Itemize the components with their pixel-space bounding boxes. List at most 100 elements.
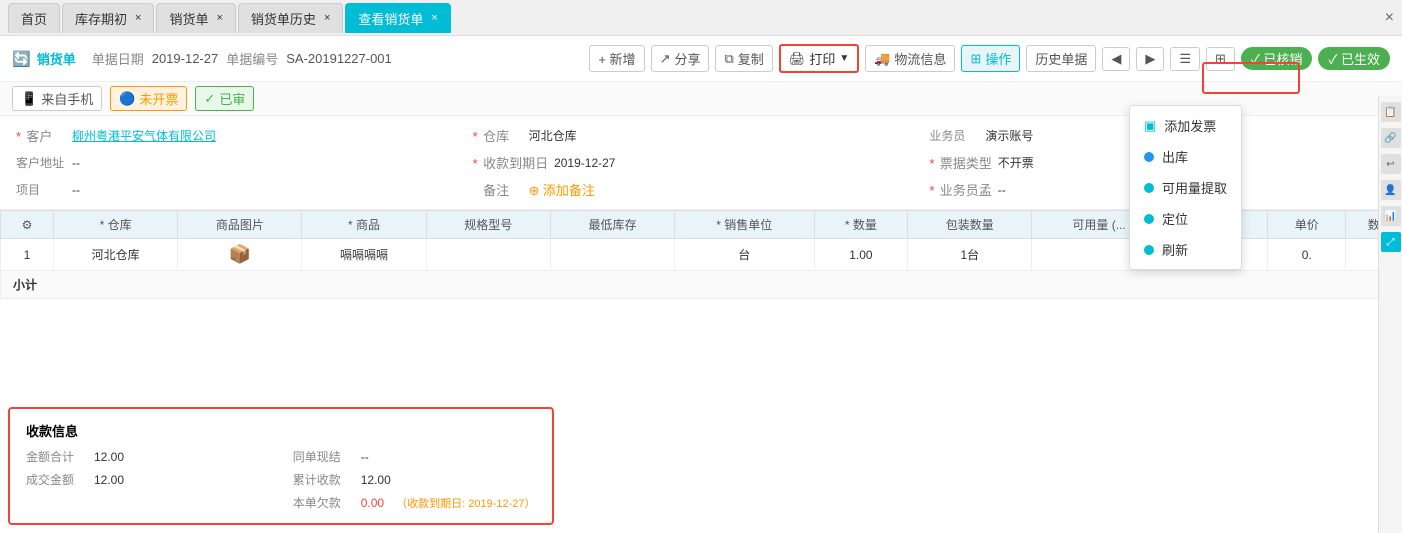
copy-button[interactable]: ⧉ 复制	[715, 45, 772, 72]
project-label: 项目	[16, 181, 66, 198]
add-button[interactable]: + 新增	[589, 45, 644, 72]
customer-value[interactable]: 柳州粤港平安气体有限公司	[72, 127, 216, 144]
tab-view-sales-close[interactable]: ×	[431, 12, 437, 24]
doc-type-title: 🔄 销货单	[12, 49, 76, 68]
check-canceled-icon: ✓	[1251, 52, 1260, 67]
logistics-button[interactable]: 🚚 物流信息	[865, 45, 955, 72]
not-open-button[interactable]: 🔵 未开票	[110, 86, 187, 111]
row-image: 📦	[178, 239, 302, 271]
share-button[interactable]: ↗ 分享	[651, 45, 710, 72]
amount-total-value: 12.00	[94, 450, 124, 464]
subtotal-row: 小计	[1, 271, 1402, 299]
refresh-label: 刷新	[1162, 240, 1188, 259]
dropdown-locate[interactable]: 定位	[1130, 203, 1241, 234]
col-quantity: * 数量	[814, 211, 908, 239]
print-label: 打印	[809, 49, 835, 68]
side-icon-5[interactable]: 📊	[1381, 206, 1401, 226]
invoice-icon: ▣	[1144, 118, 1156, 134]
nav-prev-button[interactable]: ◀	[1102, 47, 1130, 71]
dropdown-warehouse-out[interactable]: 出库	[1130, 141, 1241, 172]
check-icon: ✓	[204, 91, 215, 107]
tab-sales-order-close[interactable]: ×	[216, 12, 222, 24]
toolbar-right: + 新增 ↗ 分享 ⧉ 复制 🖨 打印 ▼ 🚚 物流信息	[589, 44, 1390, 73]
col-min-stock: 最低库存	[550, 211, 674, 239]
warehouse-field: * 仓库 河北仓库	[473, 126, 930, 145]
due-date-field: * 收款到期日 2019-12-27	[473, 153, 930, 172]
col-settings[interactable]: ⚙	[1, 211, 54, 239]
row-sales-unit: 台	[675, 239, 815, 271]
tab-bar: 首页 库存期初 × 销货单 × 销货单历史 × 查看销货单 × ×	[0, 0, 1402, 36]
view-single-icon: ☰	[1179, 51, 1191, 67]
col-sales-unit: * 销售单位	[675, 211, 815, 239]
date-label: 单据日期	[92, 49, 144, 68]
window-close-button[interactable]: ×	[1385, 9, 1394, 27]
tab-sales-history-label: 销货单历史	[251, 9, 316, 28]
operations-label: 操作	[985, 49, 1011, 68]
operations-button[interactable]: ⊞ 操作	[961, 45, 1020, 72]
nav-next-button[interactable]: ▶	[1136, 47, 1164, 71]
row-spec	[426, 239, 550, 271]
number-value: SA-20191227-001	[286, 51, 392, 66]
number-label: 单据编号	[226, 49, 278, 68]
doc-type-icon: 🔄	[12, 50, 31, 68]
tab-sales-order[interactable]: 销货单 ×	[156, 3, 235, 33]
tab-view-sales[interactable]: 查看销货单 ×	[345, 3, 450, 33]
subtotal-label: 小计	[1, 271, 1402, 299]
add-label: + 新增	[598, 49, 635, 68]
amount-total-label: 金额合计	[26, 448, 86, 465]
invoice-icon: 🔵	[119, 91, 135, 107]
print-button[interactable]: 🖨 打印 ▼	[779, 44, 859, 73]
add-invoice-label: 添加发票	[1164, 116, 1216, 135]
effect-label: 已生效	[1341, 52, 1380, 67]
warehouse-value: 河北仓库	[529, 127, 577, 144]
view-multi-button[interactable]: ⊞	[1206, 47, 1235, 71]
locate-dot	[1144, 214, 1154, 224]
side-icon-6[interactable]: ⤢	[1381, 232, 1401, 252]
print-dropdown-arrow[interactable]: ▼	[839, 53, 849, 64]
address-label: 客户地址	[16, 154, 66, 171]
row-price: 0.	[1268, 239, 1346, 271]
view-single-button[interactable]: ☰	[1170, 47, 1200, 71]
invoice-type-label: * 票据类型	[929, 153, 991, 172]
row-package-qty: 1台	[908, 239, 1032, 271]
side-icon-4[interactable]: 👤	[1381, 180, 1401, 200]
tab-sales-history[interactable]: 销货单历史 ×	[238, 3, 343, 33]
add-remark-button[interactable]: ⊕ 添加备注	[529, 180, 595, 199]
project-field: 项目 --	[16, 180, 473, 199]
row-min-stock	[550, 239, 674, 271]
from-phone-label: 来自手机	[41, 89, 93, 108]
tab-inventory-init-close[interactable]: ×	[135, 12, 141, 24]
available-pick-dot	[1144, 183, 1154, 193]
doc-header: 🔄 销货单 单据日期 2019-12-27 单据编号 SA-20191227-0…	[0, 36, 1402, 82]
canceled-label: 已核销	[1263, 52, 1302, 67]
operations-dropdown: ▣ 添加发票 出库 可用量提取 定位 刷新	[1129, 105, 1242, 270]
copy-label: 复制	[738, 49, 764, 68]
tab-sales-order-label: 销货单	[169, 9, 208, 28]
dropdown-add-invoice[interactable]: ▣ 添加发票	[1130, 110, 1241, 141]
salesperson-label: 业务员	[929, 127, 979, 144]
row-index: 1	[1, 239, 54, 271]
phone-icon: 📱	[21, 91, 37, 107]
side-icon-3[interactable]: ↩	[1381, 154, 1401, 174]
tab-inventory-init[interactable]: 库存期初 ×	[62, 3, 154, 33]
salesperson-value: 演示账号	[985, 127, 1033, 144]
bottom-panel: 收款信息 金额合计 12.00 同单现结 -- 成交金额 12.00	[0, 399, 1402, 533]
transaction-amount-label: 成交金额	[26, 471, 86, 488]
tab-sales-history-close[interactable]: ×	[324, 12, 330, 24]
col-product: * 商品	[302, 211, 426, 239]
same-order-settlement-value: --	[361, 450, 369, 464]
side-icon-2[interactable]: 🔗	[1381, 128, 1401, 148]
dropdown-refresh[interactable]: 刷新	[1130, 234, 1241, 265]
tab-home[interactable]: 首页	[8, 3, 60, 33]
address-field: 客户地址 --	[16, 153, 473, 172]
due-date-note: （收款到期日: 2019-12-27）	[396, 495, 535, 511]
operations-icon: ⊞	[970, 51, 981, 67]
side-icon-1[interactable]: 📋	[1381, 102, 1401, 122]
history-button[interactable]: 历史单据	[1026, 45, 1096, 72]
from-phone-button[interactable]: 📱 来自手机	[12, 86, 102, 111]
this-order-due-value: 0.00	[361, 496, 384, 510]
copy-icon: ⧉	[724, 51, 733, 67]
cumulative-receipt-row: 累计收款 12.00	[293, 471, 536, 488]
locate-label: 定位	[1162, 209, 1188, 228]
dropdown-available-pick[interactable]: 可用量提取	[1130, 172, 1241, 203]
